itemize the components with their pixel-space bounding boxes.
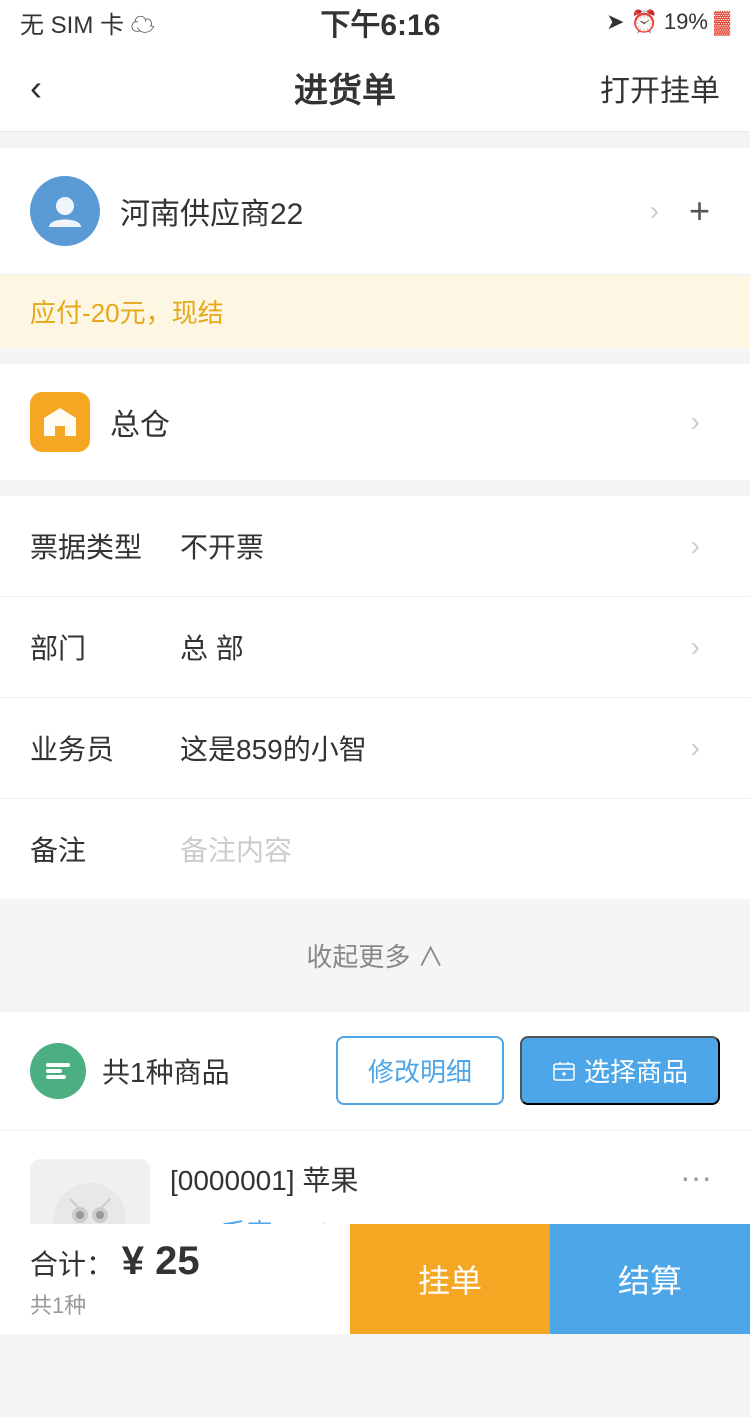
- settle-label: 结算: [618, 1256, 682, 1302]
- notice-text: 应付-20元，现结: [30, 298, 224, 328]
- invoice-type-chevron-icon: ›: [691, 530, 700, 562]
- product-header: 共1种商品 修改明细 选择商品: [0, 1012, 750, 1129]
- product-count-text: 共1种商品: [102, 1051, 320, 1091]
- footer: 合计： ¥ 25 共1种 挂单 结算: [0, 1224, 750, 1334]
- settle-button[interactable]: 结算: [550, 1224, 750, 1334]
- invoice-type-value: 不开票: [150, 526, 691, 566]
- footer-total: 合计： ¥ 25 共1种: [0, 1239, 350, 1320]
- supplier-section: 河南供应商22 › + 应付-20元，现结: [0, 148, 750, 348]
- remark-row[interactable]: 备注 备注内容: [0, 799, 750, 899]
- product-name: [0000001] 苹果: [170, 1159, 652, 1199]
- department-row[interactable]: 部门 总 部 ›: [0, 597, 750, 698]
- warehouse-section: 总仓 ›: [0, 364, 750, 480]
- hang-order-label: 挂单: [418, 1256, 482, 1302]
- status-right: ➤ ⏰ 19% ▓: [606, 9, 730, 35]
- total-amount: ¥ 25: [122, 1239, 200, 1283]
- hang-order-button[interactable]: 挂单: [350, 1224, 550, 1334]
- remark-placeholder[interactable]: 备注内容: [150, 829, 720, 869]
- invoice-type-label: 票据类型: [30, 526, 150, 566]
- warehouse-chevron-icon: ›: [691, 406, 700, 438]
- add-button[interactable]: +: [679, 190, 720, 232]
- supplier-row[interactable]: 河南供应商22 › +: [0, 148, 750, 275]
- status-bar: 无 SIM 卡 ☁ 下午6:16 ➤ ⏰ 19% ▓: [0, 0, 750, 44]
- collapse-bar[interactable]: 收起更多 ∧: [0, 915, 750, 996]
- sim-status: 无 SIM 卡 ☁: [20, 5, 155, 40]
- open-pending-button[interactable]: 打开挂单: [600, 66, 720, 110]
- department-value: 总 部: [150, 627, 691, 667]
- supplier-name: 河南供应商22: [120, 189, 650, 233]
- collapse-text: 收起更多 ∧: [306, 942, 443, 972]
- product-count-icon: [30, 1043, 86, 1099]
- warehouse-row[interactable]: 总仓 ›: [0, 364, 750, 480]
- warehouse-name: 总仓: [110, 400, 691, 444]
- page-title: 进货单: [294, 63, 396, 112]
- status-left: 无 SIM 卡 ☁: [20, 5, 155, 40]
- location-icon: ➤: [606, 9, 624, 35]
- warehouse-icon: [30, 392, 90, 452]
- invoice-type-row[interactable]: 票据类型 不开票 ›: [0, 496, 750, 597]
- form-section: 票据类型 不开票 › 部门 总 部 › 业务员 这是859的小智 › 备注 备注…: [0, 496, 750, 899]
- edit-detail-button[interactable]: 修改明细: [336, 1036, 504, 1105]
- select-product-label: 选择商品: [584, 1052, 688, 1089]
- notice-bar: 应付-20元，现结: [0, 275, 750, 348]
- battery-level: 19%: [664, 9, 708, 35]
- status-time: 下午6:16: [320, 0, 440, 44]
- back-button[interactable]: ‹: [30, 67, 90, 109]
- alarm-icon: ⏰: [631, 9, 658, 35]
- total-label: 合计：: [30, 1249, 114, 1280]
- salesperson-row[interactable]: 业务员 这是859的小智 ›: [0, 698, 750, 799]
- supplier-chevron-icon: ›: [650, 195, 659, 227]
- department-chevron-icon: ›: [691, 631, 700, 663]
- supplier-avatar: [30, 176, 100, 246]
- department-label: 部门: [30, 627, 150, 667]
- product-more-button[interactable]: ···: [672, 1159, 720, 1196]
- salesperson-label: 业务员: [30, 728, 150, 768]
- salesperson-chevron-icon: ›: [691, 732, 700, 764]
- battery-icon: ▓: [714, 9, 730, 35]
- remark-label: 备注: [30, 829, 150, 869]
- total-sub: 共1种: [30, 1288, 320, 1320]
- salesperson-value: 这是859的小智: [150, 728, 691, 768]
- select-product-button[interactable]: 选择商品: [520, 1036, 720, 1105]
- nav-bar: ‹ 进货单 打开挂单: [0, 44, 750, 132]
